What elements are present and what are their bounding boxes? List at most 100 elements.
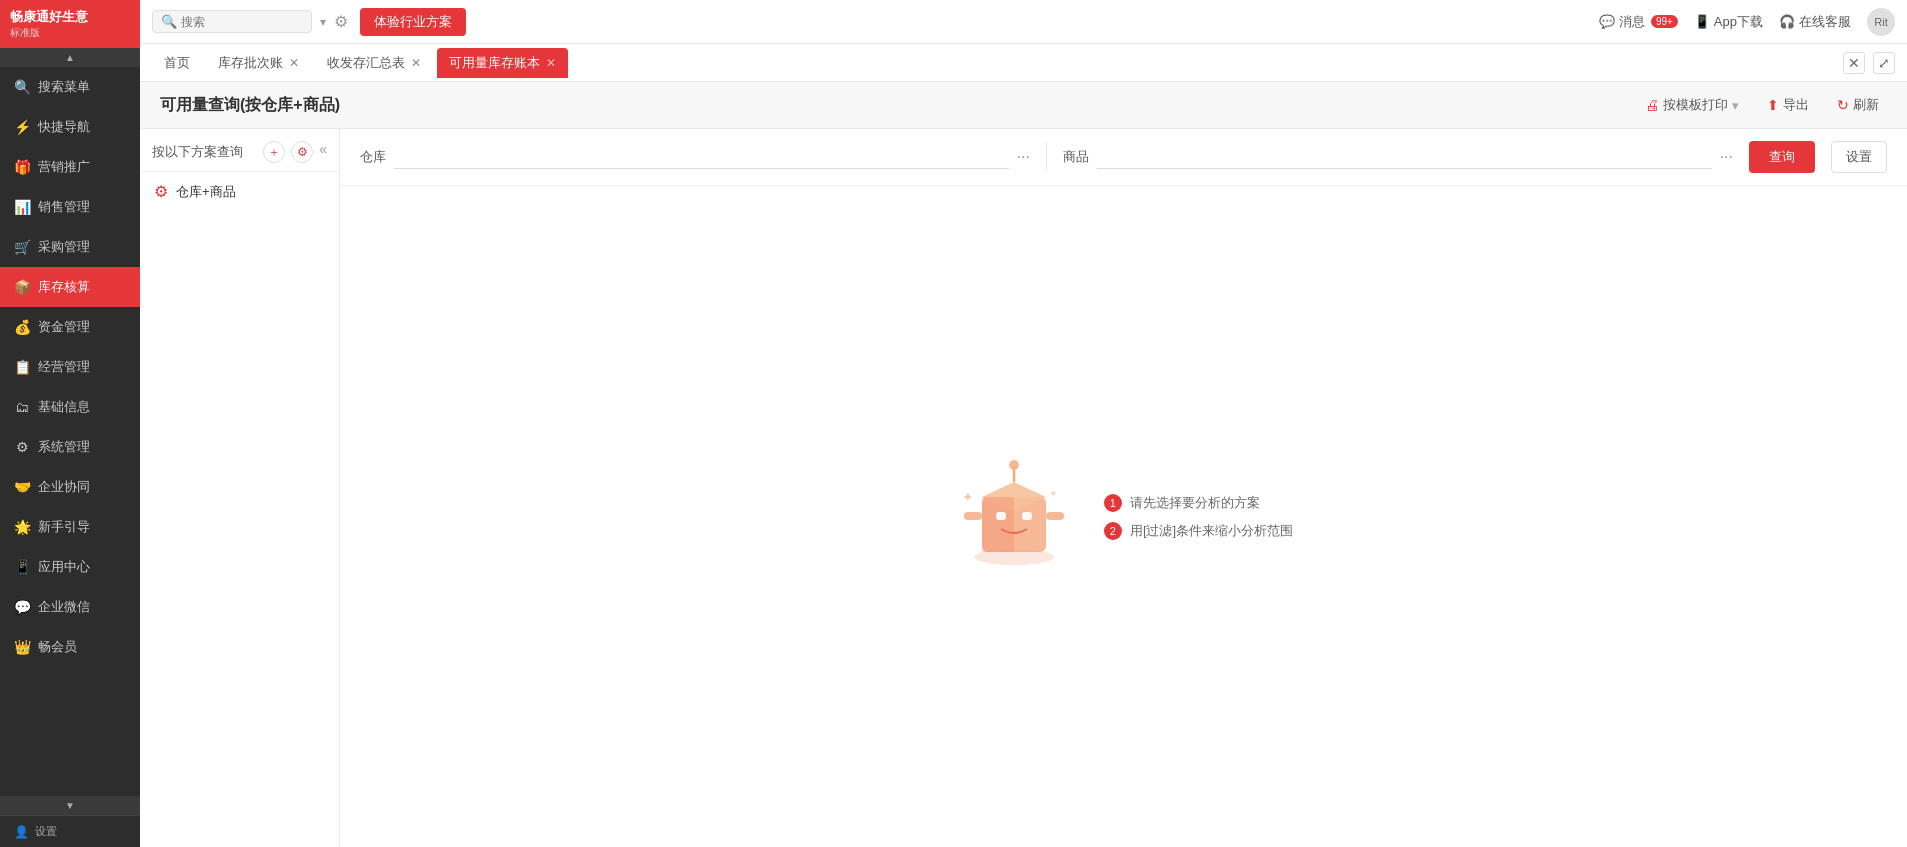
svg-rect-7 (964, 512, 982, 520)
content-area: 按以下方案查询 ＋ ⚙ « ⚙ 仓库+商品 仓库 ··· (140, 129, 1907, 847)
print-chevron-icon: ▾ (1732, 98, 1739, 113)
message-btn[interactable]: 💬 消息 99+ (1599, 13, 1678, 31)
sidebar-item-enterprise[interactable]: 🤝 企业协同 (0, 467, 140, 507)
tab-home[interactable]: 首页 (152, 48, 202, 78)
sidebar-item-shortcuts[interactable]: ⚡ 快捷导航 (0, 107, 140, 147)
tip-text-2: 用[过滤]条件来缩小分析范围 (1130, 522, 1293, 540)
print-icon: 🖨 (1645, 97, 1659, 113)
sidebar-label-system: 系统管理 (38, 438, 90, 456)
sidebar-header: 畅康通好生意 标准版 (0, 0, 140, 48)
sidebar: 畅康通好生意 标准版 ▲ 🔍 搜索菜单 ⚡ 快捷导航 🎁 营销推广 📊 销售管理… (0, 0, 140, 847)
topbar-search-box[interactable]: 🔍 (152, 10, 312, 33)
svg-rect-2 (982, 497, 1014, 552)
export-label: 导出 (1783, 96, 1809, 114)
apps-icon: 📱 (14, 559, 30, 575)
query-btn[interactable]: 查询 (1749, 141, 1815, 173)
sidebar-item-weixin[interactable]: 💬 企业微信 (0, 587, 140, 627)
app-download-label: App下载 (1714, 13, 1763, 31)
svg-point-6 (1009, 460, 1019, 470)
sidebar-item-guide[interactable]: 🌟 新手引导 (0, 507, 140, 547)
tabs-expand-btn[interactable]: ⤢ (1873, 52, 1895, 74)
sidebar-scroll-down[interactable]: ▼ (0, 796, 140, 815)
product-label: 商品 (1063, 148, 1089, 166)
product-field: 商品 ··· (1063, 145, 1733, 169)
inventory-icon: 📦 (14, 279, 30, 295)
sidebar-item-system[interactable]: ⚙ 系统管理 (0, 427, 140, 467)
sidebar-item-inventory[interactable]: 📦 库存核算 (0, 267, 140, 307)
warehouse-field: 仓库 ··· (360, 145, 1030, 169)
tab-close-available-inventory[interactable]: ✕ (546, 56, 556, 70)
sidebar-label-vip: 畅会员 (38, 638, 77, 656)
filter-scheme-item[interactable]: ⚙ 仓库+商品 (140, 172, 339, 211)
filter-add-btn[interactable]: ＋ (263, 141, 285, 163)
tab-available-inventory[interactable]: 可用量库存账本 ✕ (437, 48, 568, 78)
message-icon: 💬 (1599, 14, 1615, 29)
online-service-btn[interactable]: 🎧 在线客服 (1779, 13, 1851, 31)
filter-collapse-icon[interactable]: « (319, 141, 327, 163)
svg-text:✦: ✦ (962, 489, 974, 505)
tip-number-1: 1 (1104, 494, 1122, 512)
tab-close-stock-summary[interactable]: ✕ (411, 56, 421, 70)
warehouse-more-btn[interactable]: ··· (1017, 148, 1030, 166)
inventory-batch-label: 库存批次账 (218, 54, 283, 72)
purchase-icon: 🛒 (14, 239, 30, 255)
sidebar-item-marketing[interactable]: 🎁 营销推广 (0, 147, 140, 187)
settings-btn[interactable]: 设置 (1831, 141, 1887, 173)
available-inventory-label: 可用量库存账本 (449, 54, 540, 72)
shortcuts-icon: ⚡ (14, 119, 30, 135)
app-download-btn[interactable]: 📱 App下载 (1694, 13, 1763, 31)
tab-close-inventory-batch[interactable]: ✕ (289, 56, 299, 70)
sidebar-menu: 🔍 搜索菜单 ⚡ 快捷导航 🎁 营销推广 📊 销售管理 🛒 采购管理 📦 库存核… (0, 67, 140, 796)
filter-scheme-icon: ⚙ (154, 182, 168, 201)
finance-icon: 💰 (14, 319, 30, 335)
trial-btn[interactable]: 体验行业方案 (360, 8, 466, 36)
search-input[interactable] (181, 15, 303, 29)
print-btn[interactable]: 🖨 按模板打印 ▾ (1637, 92, 1747, 118)
tabs-bar: 首页 库存批次账 ✕ 收发存汇总表 ✕ 可用量库存账本 ✕ ✕ ⤢ (140, 44, 1907, 82)
sidebar-label-marketing: 营销推广 (38, 158, 90, 176)
product-input[interactable] (1097, 145, 1712, 169)
topbar-right: 💬 消息 99+ 📱 App下载 🎧 在线客服 Rit (1599, 8, 1895, 36)
sidebar-item-operations[interactable]: 📋 经营管理 (0, 347, 140, 387)
marketing-icon: 🎁 (14, 159, 30, 175)
sidebar-item-finance[interactable]: 💰 资金管理 (0, 307, 140, 347)
sidebar-item-vip[interactable]: 👑 畅会员 (0, 627, 140, 667)
sidebar-item-purchase[interactable]: 🛒 采购管理 (0, 227, 140, 267)
sidebar-item-apps[interactable]: 📱 应用中心 (0, 547, 140, 587)
brand-name: 畅康通好生意 (10, 8, 130, 26)
sidebar-bottom-label: 设置 (35, 824, 57, 839)
vip-icon: 👑 (14, 639, 30, 655)
system-icon: ⚙ (14, 439, 30, 455)
filter-settings-btn[interactable]: ⚙ (291, 141, 313, 163)
online-service-label: 在线客服 (1799, 13, 1851, 31)
filter-scheme-label: 仓库+商品 (176, 183, 236, 201)
refresh-btn[interactable]: ↻ 刷新 (1829, 92, 1887, 118)
product-more-btn[interactable]: ··· (1720, 148, 1733, 166)
sidebar-label-search: 搜索菜单 (38, 78, 90, 96)
message-label: 消息 (1619, 13, 1645, 31)
topbar-gear-icon[interactable]: ⚙ (334, 12, 348, 31)
sidebar-label-apps: 应用中心 (38, 558, 90, 576)
tip-text-1: 请先选择要分析的方案 (1130, 494, 1260, 512)
tab-inventory-batch[interactable]: 库存批次账 ✕ (206, 48, 311, 78)
sidebar-label-enterprise: 企业协同 (38, 478, 90, 496)
sales-icon: 📊 (14, 199, 30, 215)
svg-rect-8 (1046, 512, 1064, 520)
tabs-close-all-btn[interactable]: ✕ (1843, 52, 1865, 74)
sidebar-label-sales: 销售管理 (38, 198, 90, 216)
sidebar-label-guide: 新手引导 (38, 518, 90, 536)
sidebar-item-basic[interactable]: 🗂 基础信息 (0, 387, 140, 427)
sidebar-label-purchase: 采购管理 (38, 238, 90, 256)
tab-stock-summary[interactable]: 收发存汇总表 ✕ (315, 48, 433, 78)
sidebar-item-search[interactable]: 🔍 搜索菜单 (0, 67, 140, 107)
sidebar-item-sales[interactable]: 📊 销售管理 (0, 187, 140, 227)
sidebar-scroll-up[interactable]: ▲ (0, 48, 140, 67)
export-btn[interactable]: ⬆ 导出 (1759, 92, 1817, 118)
print-label: 按模板打印 (1663, 96, 1728, 114)
svg-text:✦: ✦ (1049, 488, 1057, 499)
refresh-icon: ↻ (1837, 97, 1849, 113)
warehouse-input[interactable] (394, 145, 1009, 169)
topbar-chevron-icon[interactable]: ▾ (320, 15, 326, 29)
user-avatar[interactable]: Rit (1867, 8, 1895, 36)
page-header-actions: 🖨 按模板打印 ▾ ⬆ 导出 ↻ 刷新 (1637, 92, 1887, 118)
